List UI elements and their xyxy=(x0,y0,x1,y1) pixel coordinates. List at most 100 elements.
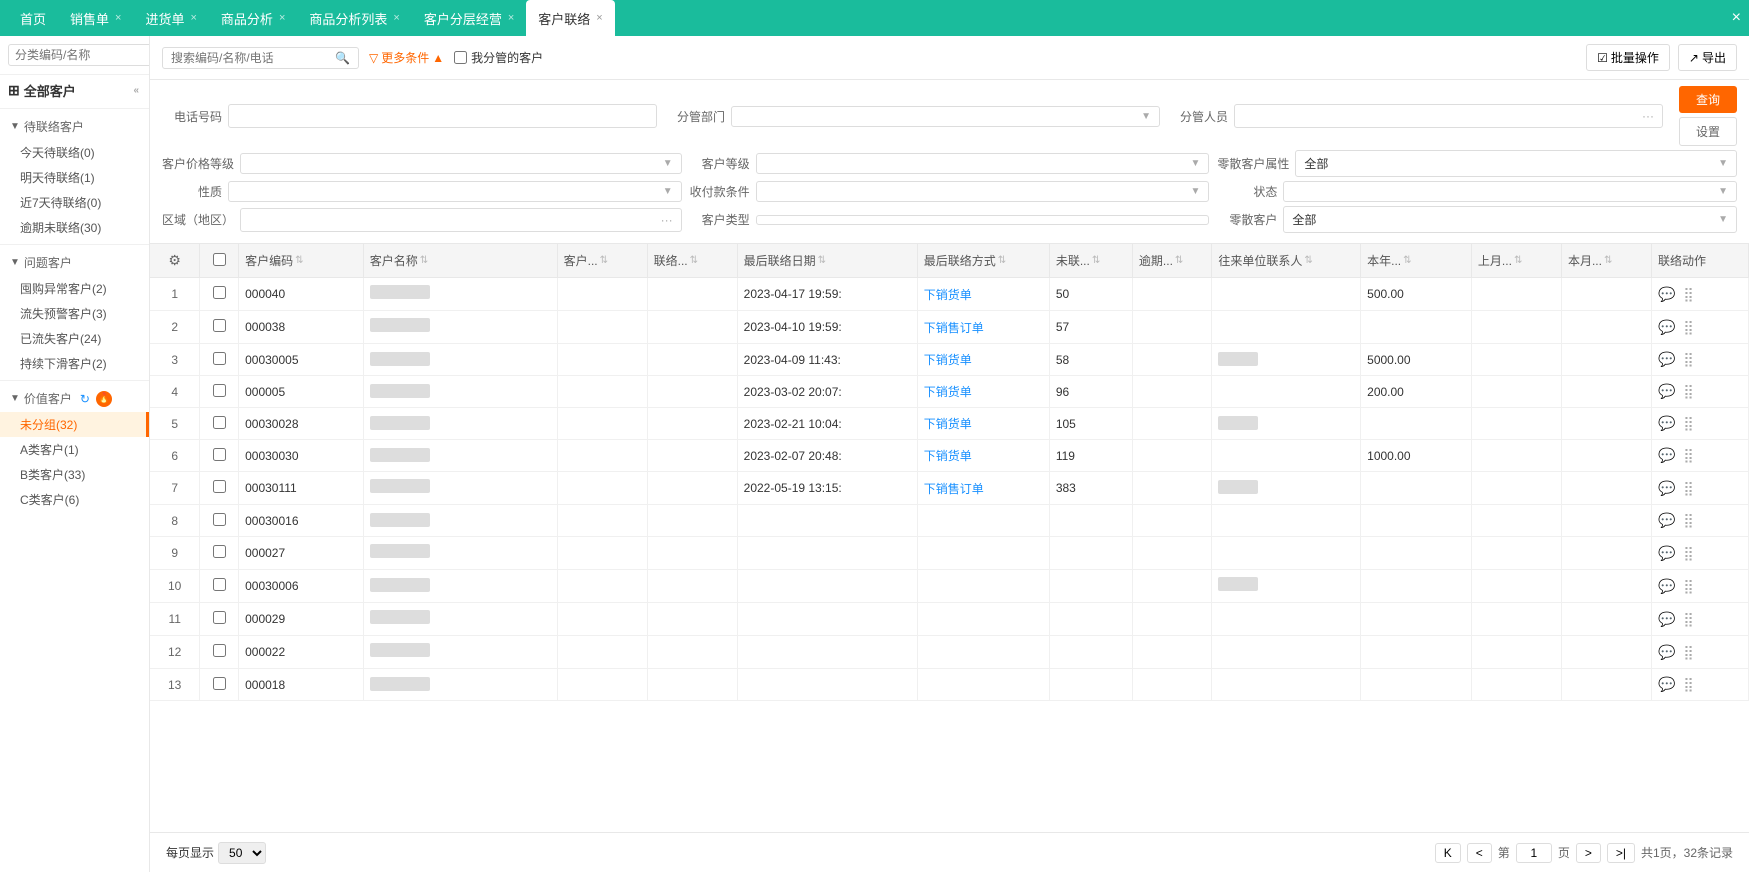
last-way-link-1[interactable]: 下销售订单 xyxy=(924,321,984,335)
cell-name-9[interactable]: ··· xyxy=(363,570,557,603)
row-checkbox-4[interactable] xyxy=(213,416,226,429)
tab-analysis[interactable]: 商品分析 × xyxy=(209,0,297,36)
dept-select[interactable]: ▼ xyxy=(731,106,1160,127)
row-checkbox-0[interactable] xyxy=(213,286,226,299)
last-way-link-2[interactable]: 下销货单 xyxy=(924,353,972,367)
more-icon-6[interactable]: ⣿ xyxy=(1683,480,1693,497)
cell-name-12[interactable]: ··· xyxy=(363,669,557,701)
sidebar-group-value[interactable]: ▼ 价值客户 ↻ 🔥 xyxy=(0,385,149,412)
cell-check-8[interactable] xyxy=(200,537,239,570)
more-icon-1[interactable]: ⣿ xyxy=(1683,319,1693,336)
cust-type-select[interactable] xyxy=(756,215,1210,225)
row-checkbox-2[interactable] xyxy=(213,352,226,365)
cell-name-0[interactable]: ···亲仵 xyxy=(363,278,557,311)
sidebar-item-overdue[interactable]: 逾期未联络(30) xyxy=(0,215,149,240)
tab-customer-contact-close[interactable]: × xyxy=(596,12,602,24)
nature-select[interactable]: ▼ xyxy=(228,181,682,202)
page-input[interactable] xyxy=(1516,843,1552,863)
cell-check-7[interactable] xyxy=(200,505,239,537)
query-btn[interactable]: 查询 xyxy=(1679,86,1737,113)
sidebar-group-pending[interactable]: ▼ 待联络客户 xyxy=(0,113,149,140)
refresh-icon[interactable]: ↻ xyxy=(80,392,90,406)
filter-more-btn[interactable]: ▽ 更多条件 ▲ xyxy=(369,49,444,66)
row-checkbox-10[interactable] xyxy=(213,611,226,624)
cell-check-0[interactable] xyxy=(200,278,239,311)
cell-check-5[interactable] xyxy=(200,440,239,472)
cell-last-way-0[interactable]: 下销货单 xyxy=(917,278,1049,311)
th-settings[interactable]: ⚙ xyxy=(150,244,200,278)
sidebar-item-tomorrow[interactable]: 明天待联络(1) xyxy=(0,165,149,190)
chat-icon-8[interactable]: 💬 xyxy=(1658,545,1675,562)
export-btn[interactable]: ↗ 导出 xyxy=(1678,44,1737,71)
row-checkbox-11[interactable] xyxy=(213,644,226,657)
tab-customer-seg-close[interactable]: × xyxy=(508,12,514,24)
tab-sales-close[interactable]: × xyxy=(115,12,121,24)
tab-purchase[interactable]: 进货单 × xyxy=(133,0,208,36)
last-way-link-3[interactable]: 下销货单 xyxy=(924,385,972,399)
sidebar-item-ungrouped[interactable]: 未分组(32) xyxy=(0,412,149,437)
row-checkbox-9[interactable] xyxy=(213,578,226,591)
more-icon-0[interactable]: ⣿ xyxy=(1683,286,1693,303)
sidebar-item-class-c[interactable]: C类客户(6) xyxy=(0,487,149,512)
cell-name-10[interactable]: 拐··· xyxy=(363,603,557,636)
cell-name-2[interactable]: ··· xyxy=(363,344,557,376)
cell-check-10[interactable] xyxy=(200,603,239,636)
more-icon-12[interactable]: ⣿ xyxy=(1683,676,1693,693)
my-customers-checkbox[interactable]: 我分管的客户 xyxy=(454,49,543,66)
chat-icon-9[interactable]: 💬 xyxy=(1658,578,1675,595)
cell-last-way-3[interactable]: 下销货单 xyxy=(917,376,1049,408)
cell-last-way-10[interactable] xyxy=(917,603,1049,636)
row-checkbox-3[interactable] xyxy=(213,384,226,397)
sidebar-group-problem[interactable]: ▼ 问题客户 xyxy=(0,249,149,276)
cell-check-2[interactable] xyxy=(200,344,239,376)
filter-search-input[interactable] xyxy=(171,51,331,65)
window-close[interactable]: × xyxy=(1732,9,1741,27)
sidebar-all-customers[interactable]: ⊞ 全部客户 « xyxy=(0,75,149,104)
row-checkbox-7[interactable] xyxy=(213,513,226,526)
cell-check-3[interactable] xyxy=(200,376,239,408)
last-way-link-4[interactable]: 下销货单 xyxy=(924,417,972,431)
sidebar-item-hoard[interactable]: 囤购异常客户(2) xyxy=(0,276,149,301)
cell-name-7[interactable]: ··· xyxy=(363,505,557,537)
row-checkbox-12[interactable] xyxy=(213,677,226,690)
more-icon-4[interactable]: ⣿ xyxy=(1683,415,1693,432)
row-checkbox-6[interactable] xyxy=(213,480,226,493)
cell-name-4[interactable]: ··· xyxy=(363,408,557,440)
cell-check-9[interactable] xyxy=(200,570,239,603)
cell-check-4[interactable] xyxy=(200,408,239,440)
last-way-link-5[interactable]: 下销货单 xyxy=(924,449,972,463)
cell-last-way-8[interactable] xyxy=(917,537,1049,570)
reset-btn[interactable]: 设置 xyxy=(1679,117,1737,146)
cell-last-way-4[interactable]: 下销货单 xyxy=(917,408,1049,440)
page-prev-btn[interactable]: < xyxy=(1467,843,1492,863)
select-all-checkbox[interactable] xyxy=(213,253,226,266)
sidebar-collapse-icon[interactable]: « xyxy=(133,85,139,96)
retail-cust-select[interactable]: 全部 ▼ xyxy=(1283,206,1737,233)
cust-level-select[interactable]: ▼ xyxy=(756,153,1210,174)
cell-last-way-2[interactable]: 下销货单 xyxy=(917,344,1049,376)
cell-name-5[interactable]: ··· xyxy=(363,440,557,472)
chat-icon-10[interactable]: 💬 xyxy=(1658,611,1675,628)
chat-icon-0[interactable]: 💬 xyxy=(1658,286,1675,303)
cell-name-8[interactable]: ···公 xyxy=(363,537,557,570)
page-size-select[interactable]: 50 xyxy=(218,842,266,864)
sidebar-item-7days[interactable]: 近7天待联络(0) xyxy=(0,190,149,215)
sidebar-item-churn-warning[interactable]: 流失预警客户(3) xyxy=(0,301,149,326)
cell-last-way-9[interactable] xyxy=(917,570,1049,603)
chat-icon-6[interactable]: 💬 xyxy=(1658,480,1675,497)
tab-purchase-close[interactable]: × xyxy=(190,12,196,24)
page-last-btn[interactable]: >| xyxy=(1607,843,1635,863)
th-check[interactable] xyxy=(200,244,239,278)
last-way-link-0[interactable]: 下销货单 xyxy=(924,288,972,302)
payment-select[interactable]: ▼ xyxy=(756,181,1210,202)
batch-ops-btn[interactable]: ☑ 批量操作 xyxy=(1586,44,1670,71)
more-icon-9[interactable]: ⣿ xyxy=(1683,578,1693,595)
page-next-btn[interactable]: > xyxy=(1576,843,1601,863)
cell-name-3[interactable]: ··· xyxy=(363,376,557,408)
sidebar-item-class-a[interactable]: A类客户(1) xyxy=(0,437,149,462)
cell-check-1[interactable] xyxy=(200,311,239,344)
row-checkbox-8[interactable] xyxy=(213,545,226,558)
tab-customer-seg[interactable]: 客户分层经营 × xyxy=(412,0,526,36)
phone-input[interactable] xyxy=(228,104,657,128)
row-checkbox-1[interactable] xyxy=(213,319,226,332)
